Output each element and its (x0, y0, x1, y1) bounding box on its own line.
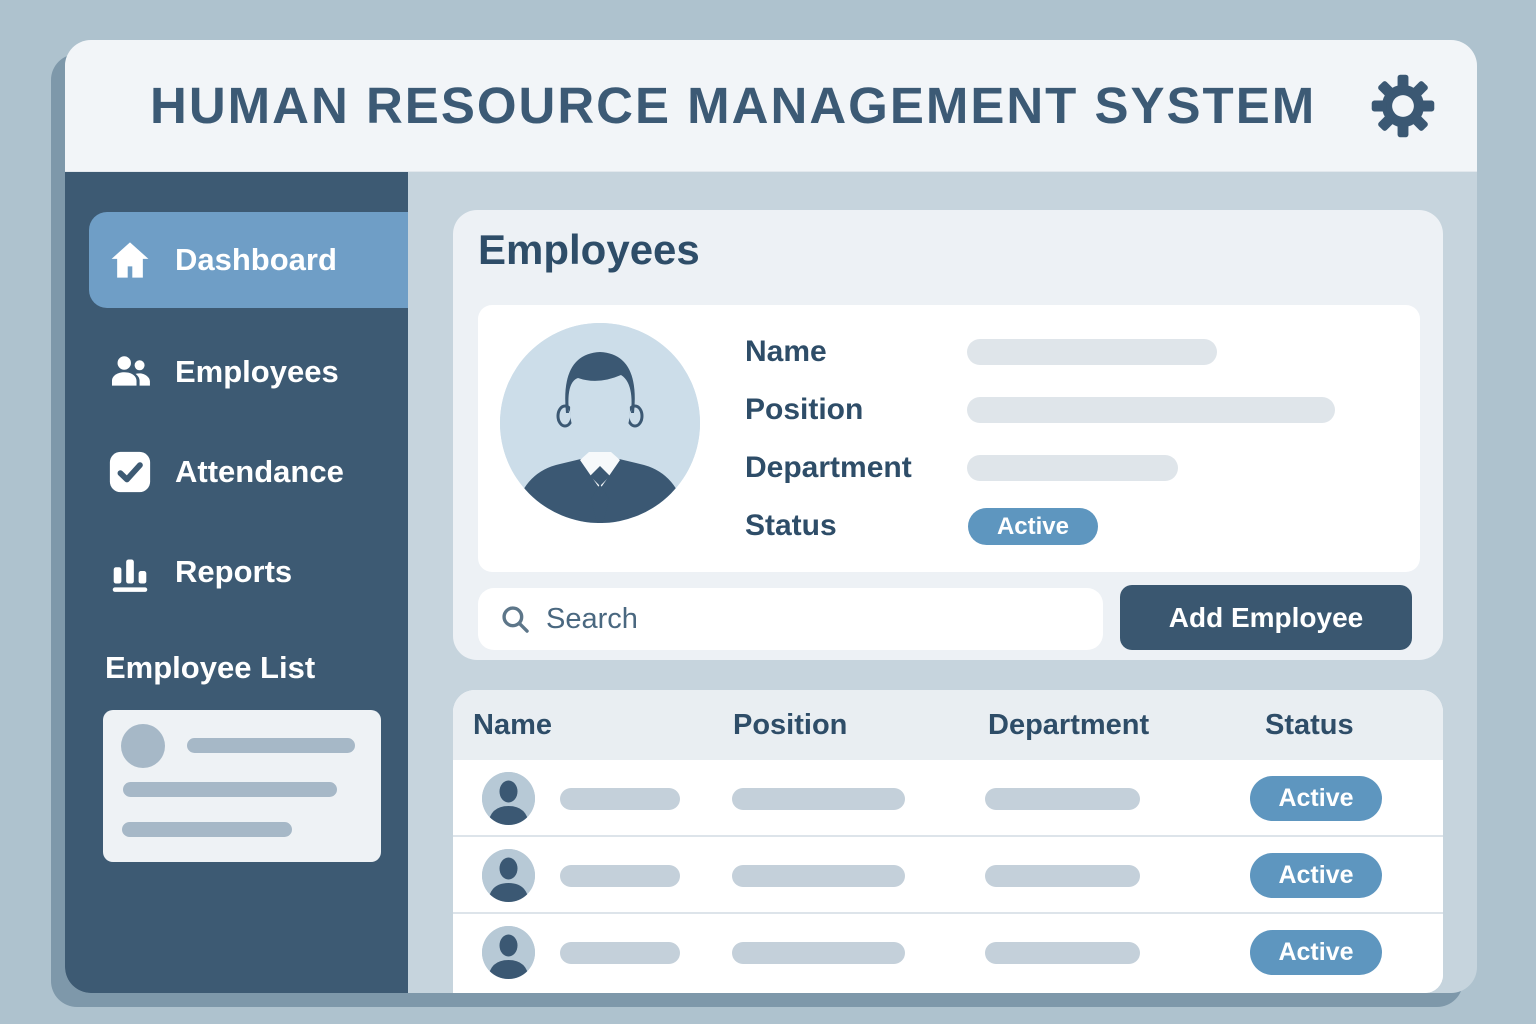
sidebar-section-title: Employee List (105, 650, 316, 685)
employees-panel: Employees Name Position Department Statu… (453, 210, 1443, 660)
main-content: Employees Name Position Department Statu… (408, 172, 1477, 993)
employee-profile-card: Name Position Department Status Active (478, 305, 1420, 572)
app-body: Dashboard Employees Attendance Reports E… (65, 172, 1477, 993)
skeleton-bar (985, 788, 1140, 810)
search-input-container[interactable] (478, 588, 1103, 650)
screenshot-root: HUMAN RESOURCE MANAGEMENT SYSTEM Dashboa… (0, 0, 1536, 1024)
page-title: Employees (478, 226, 700, 273)
skeleton-bar (985, 865, 1140, 887)
field-label-position: Position (745, 393, 864, 426)
person-avatar-icon (482, 849, 535, 902)
skeleton-bar (967, 455, 1178, 481)
skeleton-bar (123, 782, 337, 797)
field-label-department: Department (745, 451, 912, 484)
skeleton-bar (732, 788, 905, 810)
sidebar-item-label: Dashboard (175, 242, 337, 277)
table-row[interactable]: Active (453, 914, 1443, 993)
checkbox-check-icon (105, 447, 155, 497)
status-badge: Active (968, 508, 1098, 545)
people-icon (105, 347, 155, 397)
employee-list-preview-card (103, 710, 381, 862)
person-avatar-icon (482, 772, 535, 825)
field-label-status: Status (745, 509, 837, 542)
search-input[interactable] (546, 602, 1083, 636)
status-badge: Active (1250, 930, 1382, 975)
settings-gear-icon[interactable] (1369, 72, 1437, 140)
bar-chart-icon (105, 547, 155, 597)
home-icon (105, 235, 155, 285)
person-avatar-icon (482, 926, 535, 979)
employee-table: Name Position Department Status Active A… (453, 690, 1443, 993)
field-label-name: Name (745, 335, 827, 368)
skeleton-bar (560, 788, 680, 810)
table-header-row: Name Position Department Status (453, 690, 1443, 760)
app-window: HUMAN RESOURCE MANAGEMENT SYSTEM Dashboa… (65, 40, 1477, 993)
skeleton-bar (967, 339, 1217, 365)
table-row[interactable]: Active (453, 760, 1443, 837)
app-header: HUMAN RESOURCE MANAGEMENT SYSTEM (65, 40, 1477, 172)
column-header-department: Department (988, 708, 1150, 741)
sidebar-item-label: Employees (175, 354, 339, 389)
column-header-name: Name (473, 708, 552, 741)
add-employee-button[interactable]: Add Employee (1120, 585, 1412, 650)
sidebar-item-attendance[interactable]: Attendance (89, 440, 408, 504)
skeleton-bar (187, 738, 355, 753)
status-badge: Active (1250, 853, 1382, 898)
skeleton-bar (985, 942, 1140, 964)
sidebar-item-dashboard[interactable]: Dashboard (89, 212, 408, 308)
sidebar: Dashboard Employees Attendance Reports E… (65, 172, 408, 993)
skeleton-bar (732, 942, 905, 964)
app-title: HUMAN RESOURCE MANAGEMENT SYSTEM (150, 77, 1317, 134)
sidebar-item-label: Attendance (175, 454, 344, 489)
skeleton-bar (560, 865, 680, 887)
skeleton-bar (122, 822, 292, 837)
skeleton-bar (732, 865, 905, 887)
businessman-avatar-icon (500, 323, 700, 523)
column-header-position: Position (733, 708, 848, 741)
sidebar-item-label: Reports (175, 554, 293, 589)
skeleton-bar (560, 942, 680, 964)
column-header-status: Status (1265, 708, 1354, 741)
avatar-placeholder (121, 724, 165, 768)
magnifier-icon (502, 606, 529, 633)
table-row[interactable]: Active (453, 837, 1443, 914)
sidebar-item-employees[interactable]: Employees (89, 340, 408, 404)
status-badge: Active (1250, 776, 1382, 821)
sidebar-item-reports[interactable]: Reports (89, 540, 408, 604)
skeleton-bar (967, 397, 1335, 423)
